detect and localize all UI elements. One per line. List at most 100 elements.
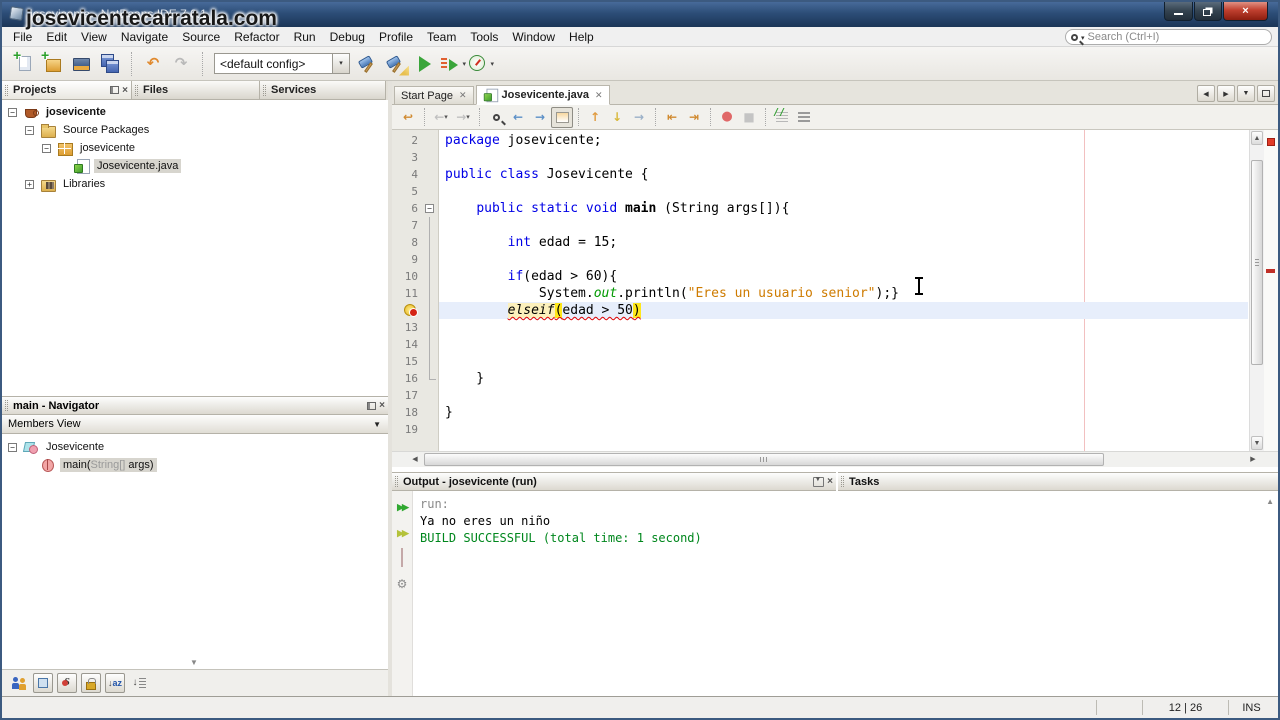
close-tab-icon[interactable]: ✕ xyxy=(595,90,603,101)
error-hint-icon[interactable] xyxy=(404,304,418,317)
profile-project-button[interactable]: ▾ xyxy=(466,50,494,78)
sort-by-source-button[interactable]: ↓ xyxy=(129,673,149,693)
tasks-header[interactable]: Tasks xyxy=(838,472,1278,491)
code-line[interactable]: 13 xyxy=(392,319,1248,336)
navigator-tree-row[interactable]: main(String[] args) xyxy=(2,456,388,474)
new-project-button[interactable]: + xyxy=(40,48,68,78)
navigator-view-selector[interactable]: Members View ▼ xyxy=(2,415,388,434)
menu-item-profile[interactable]: Profile xyxy=(372,28,420,46)
error-status-icon[interactable] xyxy=(1267,138,1275,146)
menu-item-run[interactable]: Run xyxy=(287,28,323,46)
code-line[interactable]: 17 xyxy=(392,387,1248,404)
explorer-tab-services[interactable]: Services xyxy=(260,81,386,100)
scroll-tabs-right-button[interactable]: ▶ xyxy=(1217,85,1235,102)
horizontal-scrollbar[interactable]: ◀ ▶ xyxy=(392,451,1278,467)
navigator-tree[interactable]: − Josevicente main(String[] args) xyxy=(2,434,388,668)
tab-list-dropdown-button[interactable]: ▼ xyxy=(1237,85,1255,102)
output-filter-icon[interactable] xyxy=(813,475,825,487)
close-window-icon[interactable]: × xyxy=(122,85,128,95)
code-line[interactable]: 6− public static void main (String args[… xyxy=(392,200,1248,217)
code-line[interactable]: elseif(edad > 50) xyxy=(392,302,1248,319)
error-stripe[interactable] xyxy=(1264,130,1278,451)
expander-minus-icon[interactable]: − xyxy=(25,125,34,135)
fold-minus-icon[interactable]: − xyxy=(425,204,434,213)
find-selection-button[interactable] xyxy=(485,107,507,128)
forward-button[interactable]: → ▾ xyxy=(452,107,474,128)
new-file-button[interactable]: + xyxy=(12,48,40,78)
close-window-icon[interactable]: × xyxy=(827,477,833,487)
code-line[interactable]: 7 xyxy=(392,217,1248,234)
close-tab-icon[interactable]: ✕ xyxy=(459,90,467,101)
fold-indicator[interactable]: − xyxy=(422,200,439,217)
scroll-down-icon[interactable]: ▼ xyxy=(1251,436,1263,450)
line-number[interactable]: 17 xyxy=(392,387,422,404)
output-stop-button[interactable] xyxy=(401,548,403,567)
line-number[interactable]: 9 xyxy=(392,251,422,268)
vertical-scrollbar[interactable]: ▲ ▼ xyxy=(1249,130,1264,451)
config-combobox[interactable]: <default config> ▾ xyxy=(214,53,350,74)
menu-item-debug[interactable]: Debug xyxy=(323,28,372,46)
output-console[interactable]: run: Ya no eres un niño BUILD SUCCESSFUL (… xyxy=(413,491,836,696)
scroll-up-icon[interactable]: ▲ xyxy=(1251,131,1263,145)
sort-alphabetically-button[interactable]: ↓az xyxy=(105,673,125,693)
line-number[interactable]: 2 xyxy=(392,132,422,149)
expander-minus-icon[interactable]: − xyxy=(42,143,51,153)
toggle-bookmark-button[interactable]: → xyxy=(628,107,650,128)
project-tree-row[interactable]: + Libraries xyxy=(2,175,388,193)
menu-item-team[interactable]: Team xyxy=(420,28,463,46)
back-button[interactable]: ← ▾ xyxy=(430,107,452,128)
editor-tab-start-page[interactable]: Start Page ✕ xyxy=(394,86,474,105)
stop-macro-recording-button[interactable]: ■ xyxy=(738,107,760,128)
quick-search-box[interactable]: ▾ xyxy=(1065,29,1272,45)
debug-project-button[interactable]: ▾ xyxy=(438,50,466,78)
code-line[interactable]: 14 xyxy=(392,336,1248,353)
code-line[interactable]: 19 xyxy=(392,421,1248,438)
output-rerun-with-different-args-button[interactable]: ▶▶ xyxy=(397,523,409,541)
run-project-button[interactable] xyxy=(410,50,438,78)
project-tree-row[interactable]: − josevicente xyxy=(2,103,388,121)
line-number[interactable]: 3 xyxy=(392,149,422,166)
editor-tab-josevicente-java[interactable]: Josevicente.java ✕ xyxy=(475,85,610,105)
toggle-highlight-search-button[interactable] xyxy=(551,106,573,128)
output-header[interactable]: Output - josevicente (run) × xyxy=(392,472,836,491)
project-tree-row[interactable]: − josevicente xyxy=(2,139,388,157)
show-fields-button[interactable] xyxy=(33,673,53,693)
code-line[interactable]: 2 package josevicente; xyxy=(392,132,1248,149)
scroll-tabs-left-button[interactable]: ◀ xyxy=(1197,85,1215,102)
scroll-left-icon[interactable]: ◀ xyxy=(408,453,422,466)
line-number[interactable]: 10 xyxy=(392,268,422,285)
insert-mode-indicator[interactable]: INS xyxy=(1228,700,1274,715)
redo-button[interactable]: ↷ xyxy=(167,50,195,78)
error-mark[interactable] xyxy=(1266,269,1275,273)
line-number[interactable]: 11 xyxy=(392,285,422,302)
line-number[interactable]: 16 xyxy=(392,370,422,387)
menu-item-help[interactable]: Help xyxy=(562,28,601,46)
menu-item-window[interactable]: Window xyxy=(505,28,562,46)
vertical-scrollbar-thumb[interactable] xyxy=(1251,160,1263,365)
next-bookmark-button[interactable]: ↓ xyxy=(606,107,628,128)
maximize-button[interactable] xyxy=(1194,2,1222,21)
open-project-button[interactable] xyxy=(68,50,96,78)
navigator-tree-row[interactable]: − Josevicente xyxy=(2,438,388,456)
horizontal-scrollbar-thumb[interactable] xyxy=(424,453,1104,466)
code-line[interactable]: 10 if(edad > 60){ xyxy=(392,268,1248,285)
combobox-dropdown-icon[interactable]: ▾ xyxy=(332,54,349,73)
code-line[interactable]: 11 System.out.println("Eres un usuario s… xyxy=(392,285,1248,302)
minimize-button[interactable] xyxy=(1164,2,1193,21)
code-line[interactable]: 8 int edad = 15; xyxy=(392,234,1248,251)
line-number[interactable]: 4 xyxy=(392,166,422,183)
code-line[interactable]: 18} xyxy=(392,404,1248,421)
show-inherited-members-button[interactable] xyxy=(9,673,29,693)
clean-and-build-project-button[interactable] xyxy=(382,50,410,78)
uncomment-button[interactable] xyxy=(793,107,815,128)
line-number[interactable]: 18 xyxy=(392,404,422,421)
comment-button[interactable] xyxy=(771,107,793,128)
line-number[interactable]: 6 xyxy=(392,200,422,217)
output-rerun-button[interactable]: ▶▶ xyxy=(397,497,409,515)
maximize-editor-button[interactable] xyxy=(1257,85,1275,102)
code-line[interactable]: 5 xyxy=(392,183,1248,200)
line-number[interactable] xyxy=(392,302,422,319)
line-number[interactable]: 14 xyxy=(392,336,422,353)
navigator-header[interactable]: main - Navigator × xyxy=(2,396,388,415)
find-previous-occurrence-button[interactable]: ← xyxy=(507,107,529,128)
